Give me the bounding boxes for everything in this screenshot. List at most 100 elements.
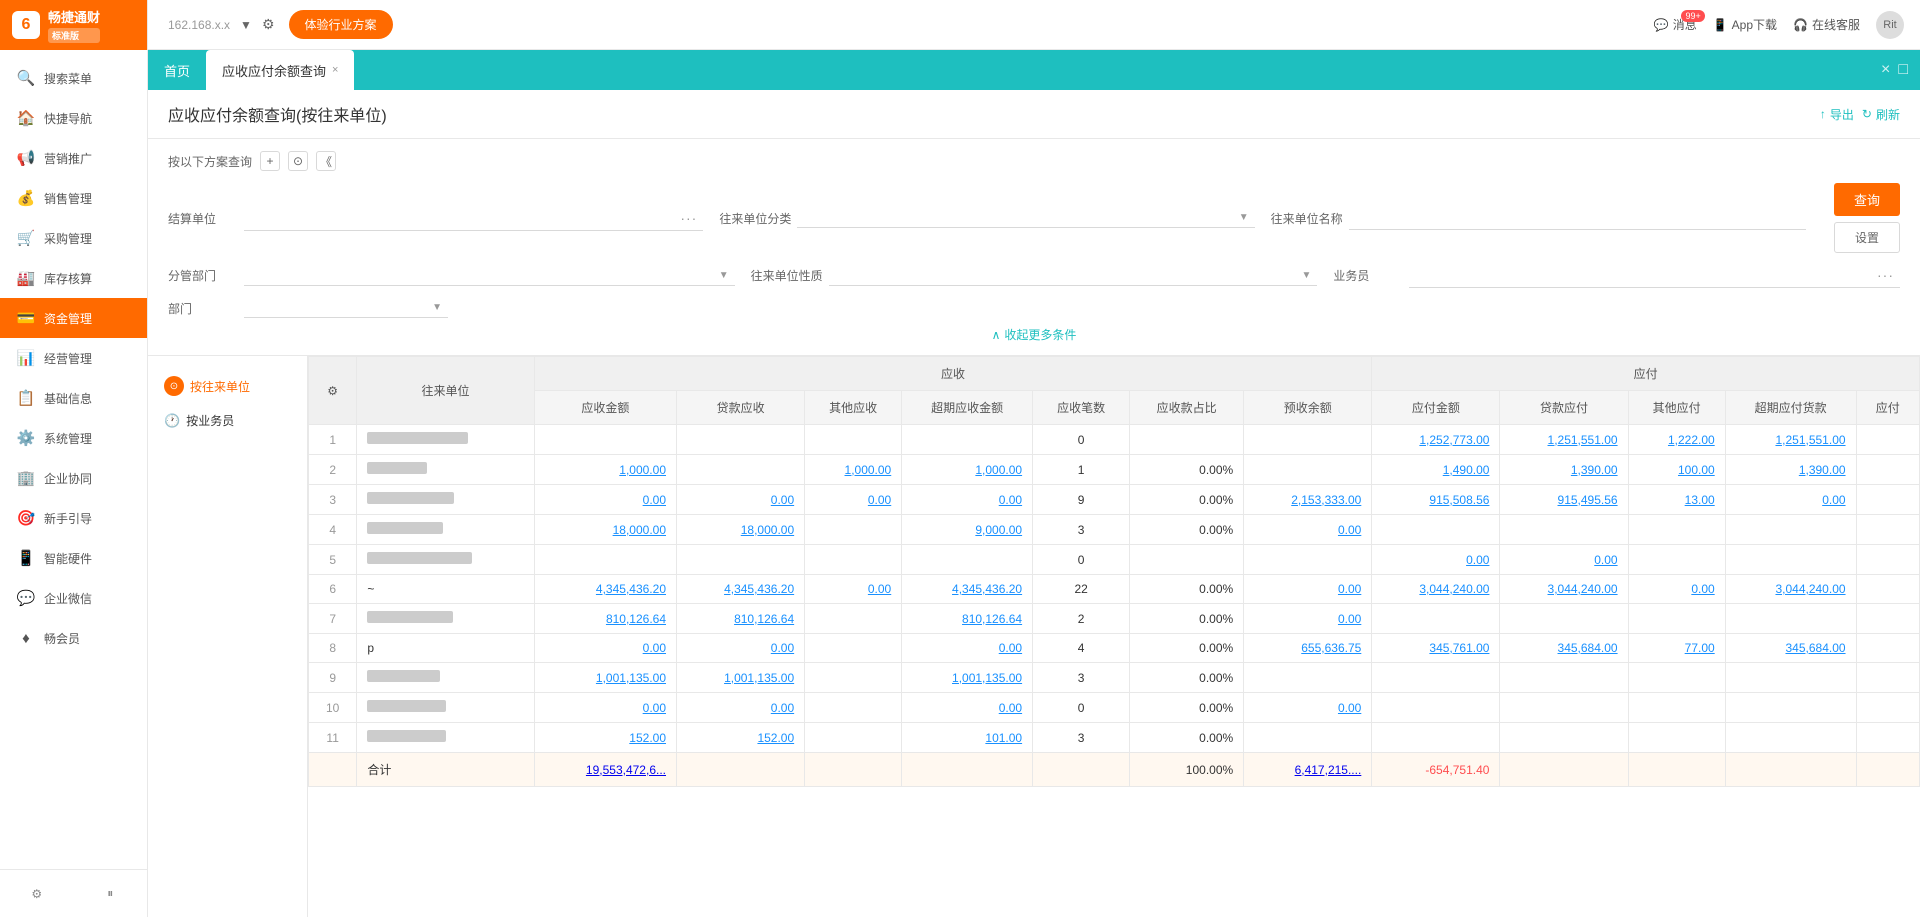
sidebar-item-member[interactable]: ♦ 畅会员 [0,618,147,658]
table-cell[interactable]: 1,001,135.00 [534,663,676,693]
breadcrumb-dropdown[interactable]: ▼ [240,18,252,32]
table-cell[interactable]: 0.00 [1628,575,1725,604]
table-cell[interactable]: 152.00 [534,723,676,753]
table-cell[interactable]: 0.00 [902,485,1033,515]
messages-button[interactable]: 💬 消息 99+ [1654,16,1697,33]
filter-input-wanglainame[interactable] [1349,207,1806,230]
tab-active[interactable]: 应收应付余额查询 × [206,50,354,90]
table-cell[interactable]: 0.00 [677,634,805,663]
tab-home[interactable]: 首页 [148,50,206,90]
settings-button[interactable]: 设置 [1834,222,1900,253]
table-cell[interactable]: 345,761.00 [1372,634,1500,663]
table-cell[interactable]: 0.00 [677,485,805,515]
sidebar-item-base[interactable]: 📋 基础信息 [0,378,147,418]
table-cell[interactable]: 915,508.56 [1372,485,1500,515]
refresh-button[interactable]: ↻ 刷新 [1862,106,1900,123]
table-cell[interactable]: 4,345,436.20 [677,575,805,604]
table-cell[interactable]: 0.00 [534,485,676,515]
table-cell[interactable]: 0.00 [1244,693,1372,723]
sidebar-item-sales[interactable]: 💰 销售管理 [0,178,147,218]
sidebar-item-wechat[interactable]: 💬 企业微信 [0,578,147,618]
sidebar-item-system[interactable]: ⚙️ 系统管理 [0,418,147,458]
table-cell[interactable]: 0.00 [805,485,902,515]
window-close-icon[interactable]: × [1881,61,1890,79]
table-cell[interactable]: 1,390.00 [1500,455,1628,485]
table-cell[interactable]: 0.00 [1725,485,1856,515]
table-cell[interactable]: 0.00 [902,634,1033,663]
table-cell[interactable]: 2,153,333.00 [1244,485,1372,515]
table-cell[interactable]: 13.00 [1628,485,1725,515]
filter-select-jiesuandanwei[interactable]: ··· [244,206,703,231]
filter-collapse-scheme-button[interactable]: 《 [316,151,336,171]
window-maximize-icon[interactable]: □ [1898,61,1908,79]
promo-button[interactable]: 体验行业方案 [289,10,393,39]
sidebar-item-search[interactable]: 🔍 搜索菜单 [0,58,147,98]
query-button[interactable]: 查询 [1834,183,1900,216]
filter-add-button[interactable]: + [260,151,280,171]
table-cell[interactable]: 9,000.00 [902,515,1033,545]
filter-select-wanglaiprop[interactable]: ▼ [829,266,1318,286]
sidebar-item-operation[interactable]: 📊 经营管理 [0,338,147,378]
table-cell[interactable]: 1,390.00 [1725,455,1856,485]
table-cell[interactable]: 0.00 [1244,604,1372,634]
table-cell[interactable]: 0.00 [677,693,805,723]
table-cell[interactable]: 0.00 [1244,515,1372,545]
table-cell[interactable]: 1,000.00 [534,455,676,485]
table-cell[interactable]: 0.00 [902,693,1033,723]
table-cell[interactable]: 810,126.64 [534,604,676,634]
app-download-button[interactable]: 📱 App下载 [1713,16,1777,33]
table-cell[interactable]: 4,345,436.20 [534,575,676,604]
table-cell[interactable]: 18,000.00 [677,515,805,545]
table-cell[interactable]: 0.00 [1244,575,1372,604]
table-cell[interactable]: 3,044,240.00 [1725,575,1856,604]
table-cell[interactable]: 1,251,551.00 [1725,425,1856,455]
sidebar-item-quicknav[interactable]: 🏠 快捷导航 [0,98,147,138]
filter-scheme-button[interactable]: ⊙ [288,151,308,171]
sidebar-item-enterprise[interactable]: 🏢 企业协同 [0,458,147,498]
table-cell[interactable]: 101.00 [902,723,1033,753]
sidebar-item-guide[interactable]: 🎯 新手引导 [0,498,147,538]
table-cell[interactable]: 3,044,240.00 [1372,575,1500,604]
user-menu[interactable]: Rit [1876,11,1904,39]
table-cell[interactable]: 1,252,773.00 [1372,425,1500,455]
filter-select-salesperson[interactable]: ··· [1409,263,1900,288]
filter-select-dept[interactable]: ▼ [244,298,448,318]
table-cell[interactable]: 18,000.00 [534,515,676,545]
filter-select-fenguan[interactable]: ▼ [244,266,735,286]
table-cell[interactable]: 3,044,240.00 [1500,575,1628,604]
table-cell[interactable]: 1,222.00 [1628,425,1725,455]
table-cell[interactable]: 4,345,436.20 [902,575,1033,604]
table-cell[interactable]: 915,495.56 [1500,485,1628,515]
table-cell[interactable]: 1,251,551.00 [1500,425,1628,455]
table-cell[interactable]: 655,636.75 [1244,634,1372,663]
table-cell[interactable]: 1,000.00 [805,455,902,485]
table-cell[interactable]: 0.00 [1372,545,1500,575]
tab-close-icon[interactable]: × [332,64,338,76]
export-button[interactable]: ↑ 导出 [1820,106,1854,123]
table-cell[interactable]: 810,126.64 [677,604,805,634]
table-settings-icon[interactable]: ⚙ [327,384,338,398]
table-cell[interactable]: 0.00 [1500,545,1628,575]
sidebar-collapse-button[interactable]: ⏸ [74,878,148,909]
sidebar-settings-button[interactable]: ⚙ [0,878,74,909]
sidebar-item-purchase[interactable]: 🛒 采购管理 [0,218,147,258]
left-filter-by-staff[interactable]: 🕐 按业务员 [148,404,307,437]
table-cell[interactable]: 0.00 [805,575,902,604]
online-service-button[interactable]: 🎧 在线客服 [1793,16,1860,33]
filter-select-wanglaitype[interactable]: ▼ [797,208,1254,228]
left-filter-by-unit[interactable]: ⊙ 按往来单位 [148,368,307,404]
table-cell[interactable]: 152.00 [677,723,805,753]
sidebar-item-marketing[interactable]: 📢 营销推广 [0,138,147,178]
gear-icon[interactable]: ⚙ [262,16,275,33]
table-cell[interactable]: 1,000.00 [902,455,1033,485]
table-cell[interactable]: 1,001,135.00 [677,663,805,693]
table-cell[interactable]: 0.00 [534,693,676,723]
table-cell[interactable]: 1,001,135.00 [902,663,1033,693]
table-cell[interactable]: 100.00 [1628,455,1725,485]
sidebar-item-hardware[interactable]: 📱 智能硬件 [0,538,147,578]
table-cell[interactable]: 810,126.64 [902,604,1033,634]
sidebar-item-finance[interactable]: 💳 资金管理 [0,298,147,338]
table-cell[interactable]: 345,684.00 [1500,634,1628,663]
table-cell[interactable]: 345,684.00 [1725,634,1856,663]
sidebar-item-inventory[interactable]: 🏭 库存核算 [0,258,147,298]
